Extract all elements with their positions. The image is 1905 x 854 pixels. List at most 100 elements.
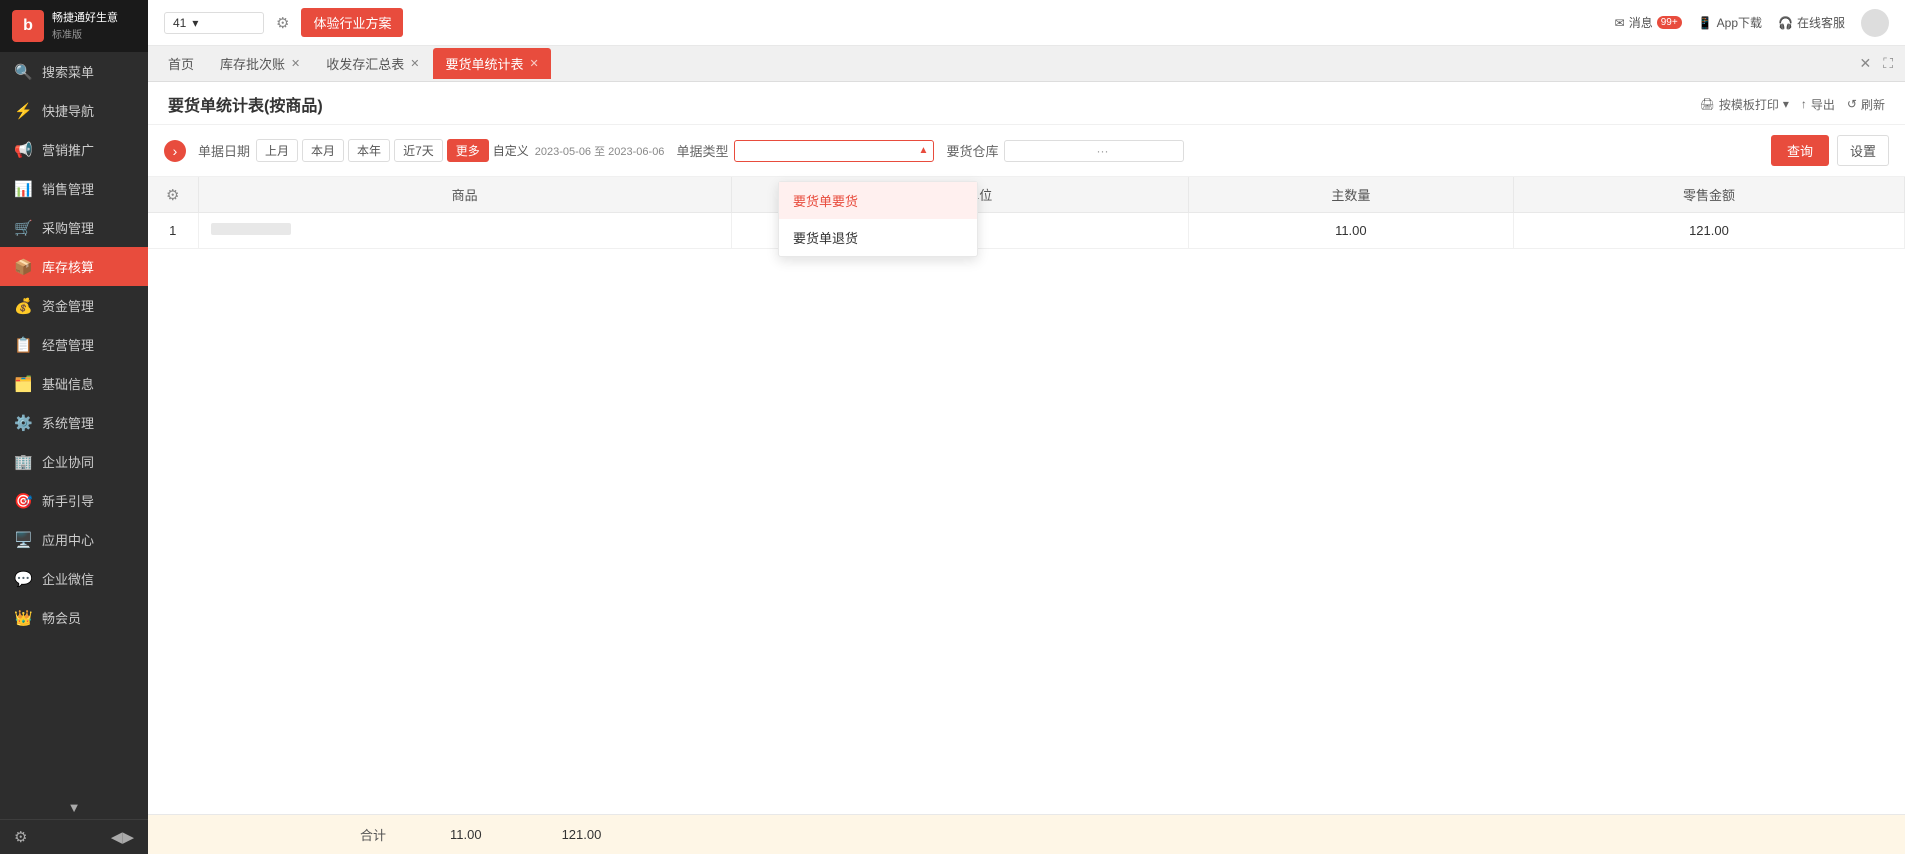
chevron-down-icon: ▼	[68, 800, 81, 815]
sidebar-item-system[interactable]: ⚙️ 系统管理	[0, 403, 148, 442]
topbar-left: 41 ▾ ⚙ 体验行业方案	[164, 8, 403, 37]
footer-amount: 121.00	[522, 827, 642, 842]
app-download-btn[interactable]: 📱 App下载	[1698, 14, 1762, 31]
sidebar-bottom: ⚙ ◀▶	[0, 819, 148, 854]
type-input-wrapper: ▲	[734, 140, 934, 162]
sidebar-nav: 🔍 搜索菜单 ⚡ 快捷导航 📢 营销推广 📊 销售管理 🛒 采购管理 📦 库存核…	[0, 52, 148, 796]
tab-order-stats[interactable]: 要货单统计表 ✕	[433, 48, 550, 79]
date-last-month-btn[interactable]: 上月	[256, 139, 298, 162]
table-footer: 合计 11.00 121.00	[148, 814, 1905, 854]
date-more-btn[interactable]: 更多	[447, 139, 489, 162]
trial-button[interactable]: 体验行业方案	[301, 8, 403, 37]
online-service-btn[interactable]: 🎧 在线客服	[1778, 14, 1845, 31]
sidebar-item-finance[interactable]: 💰 资金管理	[0, 286, 148, 325]
tab-home-label: 首页	[168, 54, 194, 73]
filter-expand-btn[interactable]: ›	[164, 140, 186, 162]
print-arrow-icon: ▾	[1783, 97, 1789, 111]
dropdown-item-order-goods[interactable]: 要货单要货	[779, 182, 977, 219]
row-amount: 121.00	[1513, 213, 1904, 249]
inventory-icon: 📦	[14, 258, 32, 276]
sidebar-item-basic[interactable]: 🗂️ 基础信息	[0, 364, 148, 403]
date-options: 上月 本月 本年 近7天 更多 自定义	[256, 139, 529, 162]
col-product: 商品	[198, 177, 731, 213]
sidebar-item-label: 应用中心	[42, 530, 94, 549]
warehouse-filter-label: 要货仓库	[946, 141, 998, 160]
tab-expand-icon[interactable]: ⛶	[1879, 53, 1897, 74]
app-download-label: App下载	[1717, 14, 1762, 31]
warehouse-filter-group: 要货仓库 ···	[946, 140, 1184, 162]
sidebar-item-sales[interactable]: 📊 销售管理	[0, 169, 148, 208]
message-btn[interactable]: ✉ 消息 99+	[1615, 14, 1682, 31]
sidebar-item-label: 企业协同	[42, 452, 94, 471]
sidebar-item-guide[interactable]: 🎯 新手引导	[0, 481, 148, 520]
sidebar-item-label: 搜索菜单	[42, 62, 94, 81]
sidebar-item-wechat[interactable]: 💬 企业微信	[0, 559, 148, 598]
settings-icon[interactable]: ⚙	[14, 828, 27, 846]
sidebar-item-member[interactable]: 👑 畅会员	[0, 598, 148, 637]
settings-button[interactable]: 设置	[1837, 135, 1889, 166]
type-dropdown-menu: 要货单要货 要货单退货	[778, 181, 978, 257]
collapse-icon[interactable]: ◀▶	[111, 828, 134, 846]
message-icon: ✉	[1615, 16, 1625, 30]
export-btn[interactable]: ↑ 导出	[1801, 96, 1835, 113]
date-last-7days-btn[interactable]: 近7天	[394, 139, 443, 162]
tab-home[interactable]: 首页	[156, 48, 206, 79]
sidebar-item-inventory[interactable]: 📦 库存核算	[0, 247, 148, 286]
row-no: 1	[148, 213, 198, 249]
expand-icon: ›	[173, 143, 178, 159]
basic-icon: 🗂️	[14, 375, 32, 393]
sidebar-item-search[interactable]: 🔍 搜索菜单	[0, 52, 148, 91]
print-template-btn[interactable]: 🖨 按模板打印 ▾	[1700, 96, 1789, 113]
settings-gear-icon[interactable]: ⚙	[276, 14, 289, 32]
sidebar-item-appstore[interactable]: 🖥️ 应用中心	[0, 520, 148, 559]
sidebar: b 畅捷通好生意 标准版 🔍 搜索菜单 ⚡ 快捷导航 📢 营销推广 📊 销售管理…	[0, 0, 148, 854]
date-range-display: 2023-05-06 至 2023-06-06	[535, 143, 665, 159]
sidebar-item-corp[interactable]: 🏢 企业协同	[0, 442, 148, 481]
store-name: 41	[173, 16, 186, 30]
dropdown-item-order-return[interactable]: 要货单退货	[779, 219, 977, 256]
type-input[interactable]	[734, 140, 934, 162]
tab-receive-summary[interactable]: 收发存汇总表 ✕	[314, 48, 431, 79]
tab-close-icon[interactable]: ✕	[410, 57, 419, 70]
purchase-icon: 🛒	[14, 219, 32, 237]
sidebar-item-label: 库存核算	[42, 257, 94, 276]
tab-close-icon[interactable]: ✕	[530, 57, 539, 70]
marketing-icon: 📢	[14, 141, 32, 159]
query-button[interactable]: 查询	[1771, 135, 1829, 166]
table-container: ⚙ 商品 主计量单位 主数量 零售金额 1 块	[148, 177, 1905, 814]
sidebar-item-label: 新手引导	[42, 491, 94, 510]
message-label: 消息	[1629, 14, 1653, 31]
tab-close-all-icon[interactable]: ✕	[1855, 53, 1875, 74]
date-custom-btn[interactable]: 自定义	[493, 142, 529, 159]
user-avatar[interactable]	[1861, 9, 1889, 37]
tab-close-icon[interactable]: ✕	[291, 57, 300, 70]
sidebar-item-quick-nav[interactable]: ⚡ 快捷导航	[0, 91, 148, 130]
table-row: 1 块 11.00 121.00	[148, 213, 1905, 249]
column-settings-icon[interactable]: ⚙	[166, 187, 179, 204]
operations-icon: 📋	[14, 336, 32, 354]
product-placeholder	[211, 223, 291, 235]
warehouse-input[interactable]: ···	[1004, 140, 1184, 162]
footer-label: 合计	[360, 825, 410, 844]
tab-inventory-batch-label: 库存批次账	[220, 54, 285, 73]
sidebar-item-label: 畅会员	[42, 608, 81, 627]
export-label: 导出	[1811, 96, 1835, 113]
date-this-year-btn[interactable]: 本年	[348, 139, 390, 162]
type-input-arrow-icon[interactable]: ▲	[919, 145, 929, 156]
sidebar-item-label: 基础信息	[42, 374, 94, 393]
sidebar-item-operations[interactable]: 📋 经营管理	[0, 325, 148, 364]
page-header: 要货单统计表(按商品) 🖨 按模板打印 ▾ ↑ 导出 ↺ 刷新	[148, 82, 1905, 125]
refresh-btn[interactable]: ↺ 刷新	[1847, 96, 1885, 113]
date-this-month-btn[interactable]: 本月	[302, 139, 344, 162]
sidebar-scroll-down[interactable]: ▼	[0, 796, 148, 819]
sidebar-item-marketing[interactable]: 📢 营销推广	[0, 130, 148, 169]
store-selector[interactable]: 41 ▾	[164, 12, 264, 34]
tab-inventory-batch[interactable]: 库存批次账 ✕	[208, 48, 312, 79]
logo-icon: b	[12, 10, 44, 42]
data-table: ⚙ 商品 主计量单位 主数量 零售金额 1 块	[148, 177, 1905, 249]
guide-icon: 🎯	[14, 492, 32, 510]
sidebar-item-label: 企业微信	[42, 569, 94, 588]
app-logo: b 畅捷通好生意 标准版	[0, 0, 148, 52]
sidebar-item-purchase[interactable]: 🛒 采购管理	[0, 208, 148, 247]
tabs-bar: 首页 库存批次账 ✕ 收发存汇总表 ✕ 要货单统计表 ✕ ✕ ⛶	[148, 46, 1905, 82]
